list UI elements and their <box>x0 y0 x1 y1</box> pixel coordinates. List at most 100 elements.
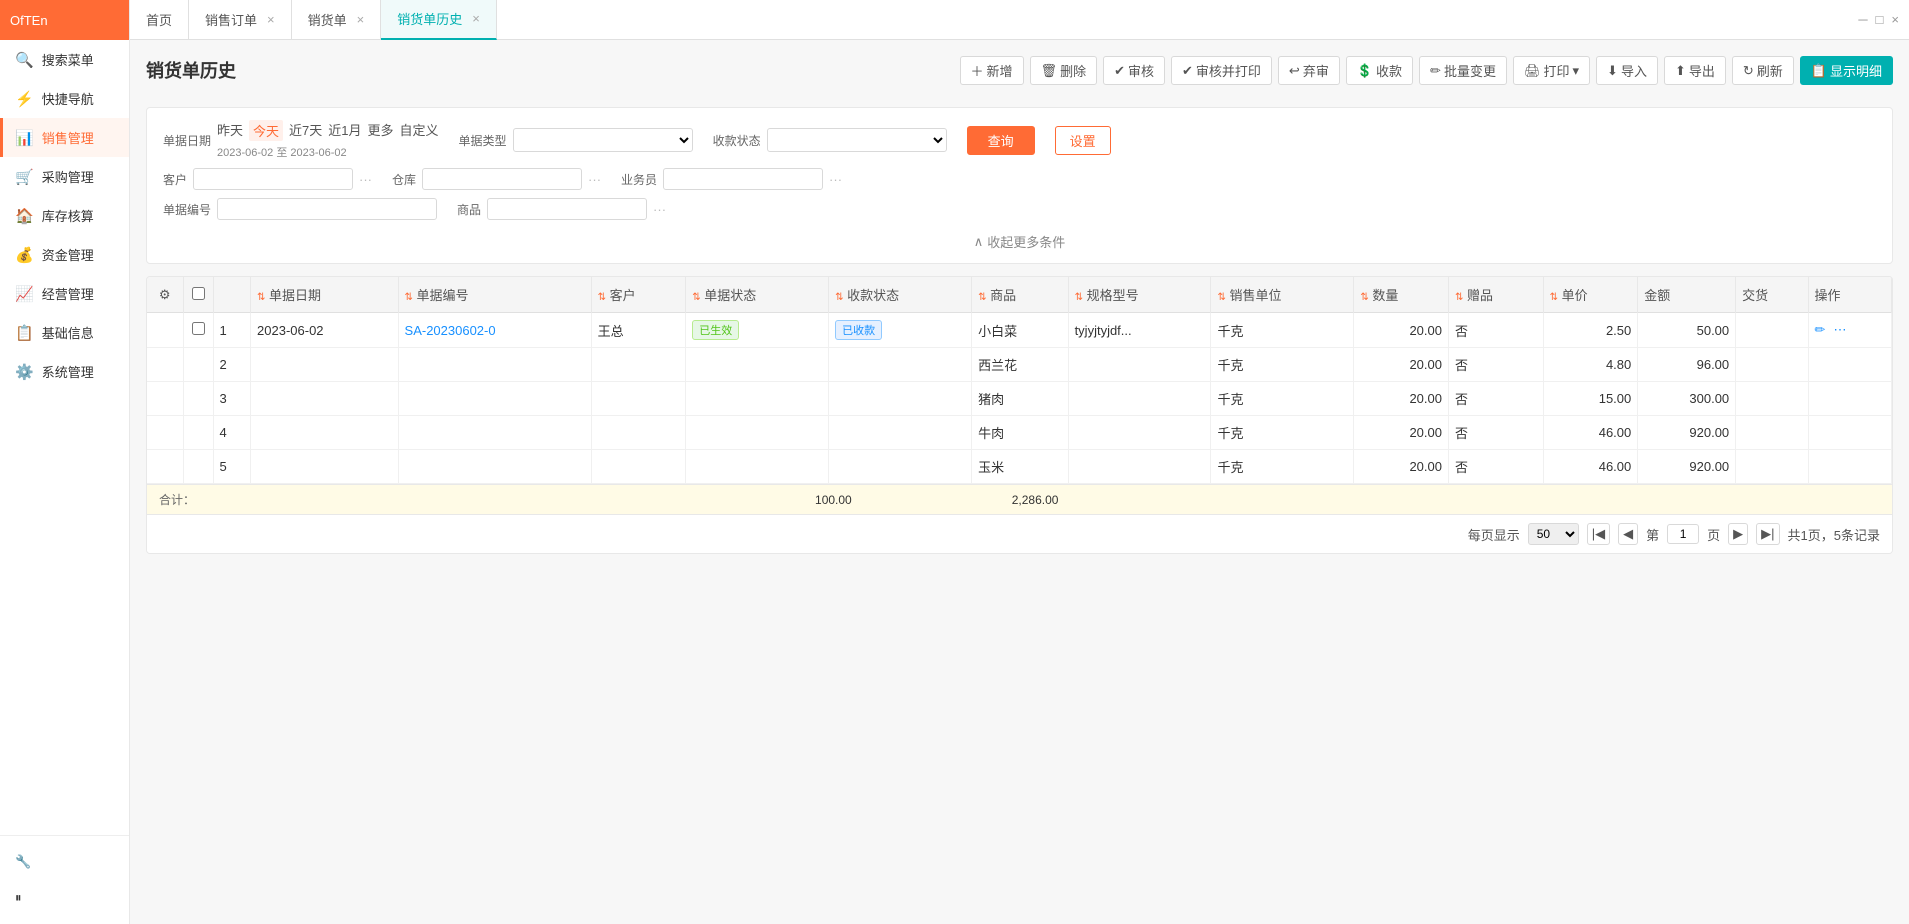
print-button[interactable]: 🖨 打印 ▾ <box>1513 56 1590 85</box>
th-customer[interactable]: ⇅ 客户 <box>591 277 686 313</box>
close-window-icon[interactable]: × <box>1891 12 1899 27</box>
sidebar-item-sys-mgmt[interactable]: ⚙️ 系统管理 <box>0 352 129 391</box>
cell-check[interactable] <box>183 348 213 382</box>
tab-sales-delivery[interactable]: 销货单 × <box>292 0 382 40</box>
tab-sales-history-close[interactable]: × <box>472 11 480 26</box>
sidebar-settings-btn[interactable]: 🔧 <box>0 844 129 880</box>
sidebar-item-inventory-calc[interactable]: 🏠 库存核算 <box>0 196 129 235</box>
delete-button[interactable]: 🗑 删除 <box>1030 56 1098 85</box>
warehouse-input[interactable] <box>422 168 582 190</box>
first-page-button[interactable]: |◀ <box>1587 523 1610 545</box>
cell-customer <box>591 416 686 450</box>
import-label: 导入 <box>1621 61 1647 80</box>
sidebar-brand: OfTEn <box>10 13 48 28</box>
maximize-icon[interactable]: □ <box>1876 12 1884 27</box>
th-goods[interactable]: ⇅ 商品 <box>972 277 1069 313</box>
th-doc-date[interactable]: ⇅ 单据日期 <box>251 277 399 313</box>
customer-ellipsis[interactable]: ··· <box>359 172 372 187</box>
sidebar-label-ops-mgmt: 经营管理 <box>42 284 94 303</box>
collect-button[interactable]: 💲 收款 <box>1346 56 1413 85</box>
page-size-select[interactable]: 50 20 100 <box>1528 523 1579 545</box>
salesperson-input[interactable] <box>663 168 823 190</box>
sidebar-item-quick-nav[interactable]: ⚡ 快捷导航 <box>0 79 129 118</box>
customer-input[interactable] <box>193 168 353 190</box>
view-icon[interactable]: ⋯ <box>1833 322 1846 338</box>
th-qty[interactable]: ⇅ 数量 <box>1354 277 1449 313</box>
show-detail-button[interactable]: 📋 显示明细 <box>1800 56 1893 85</box>
tab-sales-history[interactable]: 销货单历史 × <box>381 0 497 40</box>
salesperson-ellipsis[interactable]: ··· <box>829 172 842 187</box>
cell-gear <box>147 382 183 416</box>
th-spec[interactable]: ⇅ 规格型号 <box>1068 277 1211 313</box>
tab-home[interactable]: 首页 <box>130 0 189 40</box>
next-page-button[interactable]: ▶ <box>1728 523 1748 545</box>
sidebar-item-purchase-mgmt[interactable]: 🛒 采购管理 <box>0 157 129 196</box>
settings-filter-button[interactable]: 设置 <box>1055 126 1111 155</box>
add-button[interactable]: ＋ 新增 <box>960 56 1024 85</box>
th-gear[interactable]: ⚙ <box>147 277 183 313</box>
th-unit[interactable]: ⇅ 销售单位 <box>1211 277 1354 313</box>
page-number-input[interactable] <box>1667 524 1699 544</box>
sidebar-item-search-menu[interactable]: 🔍 搜索菜单 <box>0 40 129 79</box>
th-doc-status[interactable]: ⇅ 单据状态 <box>686 277 829 313</box>
audit-button[interactable]: ✔ 审核 <box>1103 56 1165 85</box>
table-row: 2 西兰花 千克 20.00 否 4.80 96.00 <box>147 348 1892 382</box>
th-unit-price[interactable]: ⇅ 单价 <box>1543 277 1638 313</box>
cell-doc-status <box>686 348 829 382</box>
filter-customer-item: 客户 ··· <box>163 168 372 190</box>
filter-goods-item: 商品 ··· <box>457 198 666 220</box>
date-tab-today[interactable]: 今天 <box>249 120 283 141</box>
date-tab-7days[interactable]: 近7天 <box>289 120 322 141</box>
cell-doc-status <box>686 416 829 450</box>
tab-sales-order-close[interactable]: × <box>267 12 275 27</box>
refresh-button[interactable]: ↻ 刷新 <box>1732 56 1794 85</box>
cell-check[interactable] <box>183 313 213 348</box>
cell-check[interactable] <box>183 382 213 416</box>
footer-total-amount: 2,286.00 <box>1012 493 1059 507</box>
minimize-icon[interactable]: ─ <box>1858 12 1867 27</box>
cell-rowno: 5 <box>213 450 251 484</box>
collapse-filter-btn[interactable]: ∧ 收起更多条件 <box>163 228 1876 251</box>
row-checkbox[interactable] <box>192 322 205 335</box>
export-button[interactable]: ⬆ 导出 <box>1664 56 1726 85</box>
abandon-button[interactable]: ↩ 弃审 <box>1278 56 1340 85</box>
date-tab-more[interactable]: 更多 <box>368 120 394 141</box>
date-tab-yesterday[interactable]: 昨天 <box>217 120 243 141</box>
edit-icon[interactable]: ✏ <box>1815 322 1826 338</box>
th-gift[interactable]: ⇅ 赠品 <box>1448 277 1543 313</box>
goods-input[interactable] <box>487 198 647 220</box>
sidebar-label-finance-mgmt: 资金管理 <box>42 245 94 264</box>
content-area: 销货单历史 ＋ 新增 🗑 删除 ✔ 审核 ✔ 审核并打印 <box>130 40 1909 924</box>
cell-check[interactable] <box>183 450 213 484</box>
sidebar-item-base-info[interactable]: 📋 基础信息 <box>0 313 129 352</box>
import-button[interactable]: ⬇ 导入 <box>1596 56 1658 85</box>
warehouse-ellipsis[interactable]: ··· <box>588 172 601 187</box>
cell-check[interactable] <box>183 416 213 450</box>
audit-print-button[interactable]: ✔ 审核并打印 <box>1171 56 1272 85</box>
goods-ellipsis[interactable]: ··· <box>653 202 666 217</box>
query-button[interactable]: 查询 <box>967 126 1035 155</box>
batch-change-button[interactable]: ✏ 批量变更 <box>1419 56 1507 85</box>
th-doc-no[interactable]: ⇅ 单据编号 <box>398 277 591 313</box>
sidebar-item-finance-mgmt[interactable]: 💰 资金管理 <box>0 235 129 274</box>
sidebar-item-ops-mgmt[interactable]: 📈 经营管理 <box>0 274 129 313</box>
sidebar-item-sales-mgmt[interactable]: 📊 销售管理 <box>0 118 129 157</box>
last-page-button[interactable]: ▶| <box>1756 523 1779 545</box>
docno-input[interactable] <box>217 198 437 220</box>
prev-page-button[interactable]: ◀ <box>1618 523 1638 545</box>
date-tab-1month[interactable]: 近1月 <box>328 120 361 141</box>
th-check[interactable] <box>183 277 213 313</box>
sidebar-label-base-info: 基础信息 <box>42 323 94 342</box>
doc-no-link[interactable]: SA-20230602-0 <box>405 323 496 338</box>
table-row: 1 2023-06-02 SA-20230602-0 王总 已生效 已收款 小白… <box>147 313 1892 348</box>
select-all-checkbox[interactable] <box>192 287 205 300</box>
collect-label: 收款 <box>1376 61 1402 80</box>
salesperson-label: 业务员 <box>621 171 657 188</box>
tab-sales-delivery-close[interactable]: × <box>357 12 365 27</box>
sidebar-collapse-btn[interactable]: ⏸ <box>0 880 129 916</box>
payment-status-select[interactable] <box>767 128 947 152</box>
date-tab-custom[interactable]: 自定义 <box>400 120 439 141</box>
th-payment-status[interactable]: ⇅ 收款状态 <box>829 277 972 313</box>
doc-type-select[interactable] <box>513 128 693 152</box>
tab-sales-order[interactable]: 销售订单 × <box>189 0 292 40</box>
